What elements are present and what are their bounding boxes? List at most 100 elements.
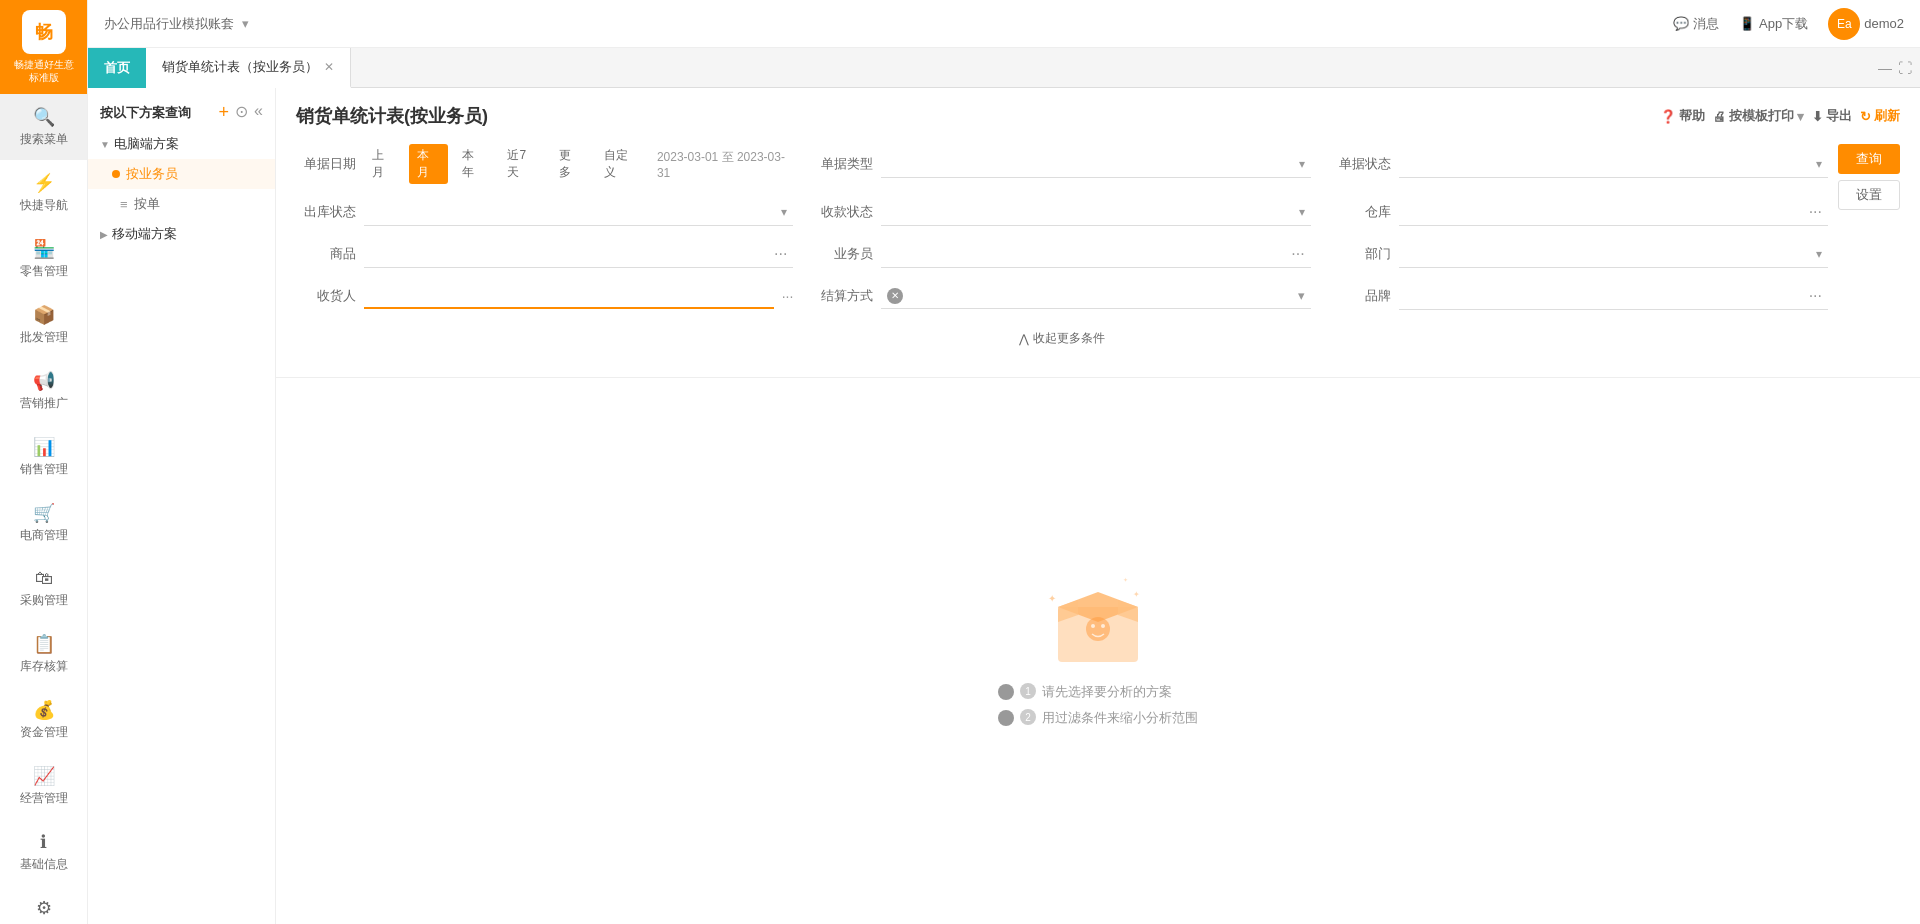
tab-minimize-icon[interactable]: — [1878, 60, 1892, 76]
sidebar-item-purchase-label: 采购管理 [20, 592, 68, 609]
doc-status-select[interactable]: ▾ [1399, 150, 1828, 178]
empty-hint-2-text: 用过滤条件来缩小分析范围 [1042, 709, 1198, 727]
page-title-actions: ❓ 帮助 🖨 按模板打印 ▾ ⬇ 导出 [1660, 107, 1900, 125]
logo-icon: 畅 [22, 10, 66, 54]
scheme-add-btn[interactable]: + [219, 102, 230, 123]
salesperson-dots-icon[interactable]: ··· [1291, 245, 1304, 263]
sidebar-item-inventory[interactable]: 📋 库存核算 [0, 621, 87, 687]
date-filter: 上月 本月 本年 近7天 更多 自定义 2023-03-01 至 2023-03… [364, 144, 793, 184]
collect-status-select[interactable]: ▾ [881, 198, 1310, 226]
export-btn[interactable]: ⬇ 导出 [1812, 107, 1852, 125]
collapse-btn[interactable]: ⋀ 收起更多条件 [296, 324, 1828, 353]
wholesale-icon: 📦 [33, 304, 55, 326]
goods-dots-icon[interactable]: ··· [774, 245, 787, 263]
doc-type-select[interactable]: ▾ [881, 150, 1310, 178]
print-btn[interactable]: 🖨 按模板打印 ▾ [1713, 107, 1804, 125]
hint-num-1: 1 [1020, 683, 1036, 699]
warehouse-select[interactable]: ··· [1399, 198, 1828, 226]
goods-select[interactable]: ··· [364, 240, 793, 268]
filter-cell-brand: 品牌 ··· [1331, 282, 1828, 310]
salesperson-select[interactable]: ··· [881, 240, 1310, 268]
warehouse-label: 仓库 [1331, 203, 1391, 221]
payment-clear-btn[interactable]: ✕ [887, 288, 903, 304]
sidebar-item-operation[interactable]: 📈 经营管理 [0, 753, 87, 819]
sidebar-item-marketing[interactable]: 📢 营销推广 [0, 358, 87, 424]
sidebar-item-sales[interactable]: 📊 销售管理 [0, 424, 87, 490]
date-btn-custom[interactable]: 自定义 [596, 144, 647, 184]
filter-row-2: 出库状态 ▾ 收款状态 [296, 198, 1828, 226]
sidebar-item-finance[interactable]: 💰 资金管理 [0, 687, 87, 753]
refresh-btn[interactable]: ↻ 刷新 [1860, 107, 1900, 125]
filter-cell-doc-type: 单据类型 ▾ [813, 144, 1310, 184]
scheme-panel-actions: + ⊙ « [219, 102, 263, 123]
app-download-btn[interactable]: 📱 App下载 [1739, 15, 1808, 33]
svg-text:✦: ✦ [1048, 593, 1056, 604]
receiver-label: 收货人 [296, 287, 356, 305]
app-download-icon: 📱 [1739, 16, 1755, 31]
tab-home[interactable]: 首页 [88, 48, 146, 88]
collect-status-label: 收款状态 [813, 203, 873, 221]
inventory-icon: 📋 [33, 633, 55, 655]
message-icon: 💬 [1673, 16, 1689, 31]
sidebar-item-purchase[interactable]: 🛍 采购管理 [0, 556, 87, 621]
sidebar-item-wholesale[interactable]: 📦 批发管理 [0, 292, 87, 358]
warehouse-dots-icon[interactable]: ··· [1809, 203, 1822, 221]
empty-hints-list: 1 请先选择要分析的方案 2 用过滤条件来缩小分析范围 [998, 683, 1198, 735]
scheme-group-desktop: ▼ 电脑端方案 按业务员 ≡ 按单 [88, 129, 275, 219]
sidebar-item-retail[interactable]: 🏪 零售管理 [0, 226, 87, 292]
message-btn[interactable]: 💬 消息 [1673, 15, 1719, 33]
refresh-label: 刷新 [1874, 107, 1900, 125]
filter-area: 销货单统计表(按业务员) ❓ 帮助 🖨 按模板打印 ▾ [276, 88, 1920, 924]
scheme-collapse-btn[interactable]: « [254, 102, 263, 123]
sidebar-item-search[interactable]: 🔍 搜索菜单 [0, 94, 87, 160]
scheme-edit-btn[interactable]: ⊙ [235, 102, 248, 123]
empty-hint-1: 1 请先选择要分析的方案 [998, 683, 1198, 701]
receiver-dots-icon[interactable]: ··· [782, 288, 794, 304]
scheme-group-mobile-title[interactable]: ▶ 移动端方案 [88, 219, 275, 249]
filter-fields: 单据日期 上月 本月 本年 近7天 更多 自定义 2023-03-01 至 20… [296, 144, 1828, 361]
tab-sales-stat-label: 销货单统计表（按业务员） [162, 58, 318, 76]
filter-cell-receiver: 收货人 ··· [296, 282, 793, 310]
filter-row-4: 收货人 ··· 结算方式 ✕ ▾ [296, 282, 1828, 310]
sidebar-item-quicknav[interactable]: ⚡ 快捷导航 [0, 160, 87, 226]
query-button[interactable]: 查询 [1838, 144, 1900, 174]
sidebar-item-basic[interactable]: ℹ 基础信息 [0, 819, 87, 885]
date-btn-last-month[interactable]: 上月 [364, 144, 403, 184]
setting-button[interactable]: 设置 [1838, 180, 1900, 210]
scheme-item-by-salesperson[interactable]: 按业务员 [88, 159, 275, 189]
date-range-text: 2023-03-01 至 2023-03-31 [657, 149, 793, 180]
department-select[interactable]: ▾ [1399, 240, 1828, 268]
scheme-group-desktop-title[interactable]: ▼ 电脑端方案 [88, 129, 275, 159]
filter-content: 销货单统计表(按业务员) ❓ 帮助 🖨 按模板打印 ▾ [276, 88, 1920, 377]
user-avatar: Ea [1828, 8, 1860, 40]
payment-select[interactable]: ✕ ▾ [881, 284, 1310, 309]
help-btn[interactable]: ❓ 帮助 [1660, 107, 1705, 125]
tab-close-icon[interactable]: ✕ [324, 60, 334, 74]
date-btn-more[interactable]: 更多 [551, 144, 590, 184]
dropdown-arrow-icon[interactable]: ▾ [242, 16, 249, 31]
scheme-item-by-order[interactable]: ≡ 按单 [88, 189, 275, 219]
svg-text:✦: ✦ [1123, 577, 1128, 583]
date-btn-this-month[interactable]: 本月 [409, 144, 448, 184]
svg-point-6 [1101, 624, 1105, 628]
filter-row-3: 商品 ··· 业务员 [296, 240, 1828, 268]
date-btn-last7[interactable]: 近7天 [499, 144, 545, 184]
department-label: 部门 [1331, 245, 1391, 263]
sidebar-item-ecommerce[interactable]: 🛒 电商管理 [0, 490, 87, 556]
date-btn-this-year[interactable]: 本年 [454, 144, 493, 184]
sidebar-item-operation-label: 经营管理 [20, 790, 68, 807]
search-icon: 🔍 [33, 106, 55, 128]
out-status-select[interactable]: ▾ [364, 198, 793, 226]
tab-maximize-icon[interactable]: ⛶ [1898, 60, 1912, 76]
filter-cell-salesperson: 业务员 ··· [813, 240, 1310, 268]
sidebar-item-system[interactable]: ⚙ 系统管理 [0, 885, 87, 924]
help-label: 帮助 [1679, 107, 1705, 125]
brand-dots-icon[interactable]: ··· [1809, 287, 1822, 305]
tab-sales-stat[interactable]: 销货单统计表（按业务员） ✕ [146, 48, 351, 88]
filter-cell-collect-status: 收款状态 ▾ [813, 198, 1310, 226]
retail-icon: 🏪 [33, 238, 55, 260]
username-label: demo2 [1864, 16, 1904, 31]
user-area[interactable]: Ea demo2 [1828, 8, 1904, 40]
brand-select[interactable]: ··· [1399, 282, 1828, 310]
receiver-input[interactable] [364, 284, 774, 309]
